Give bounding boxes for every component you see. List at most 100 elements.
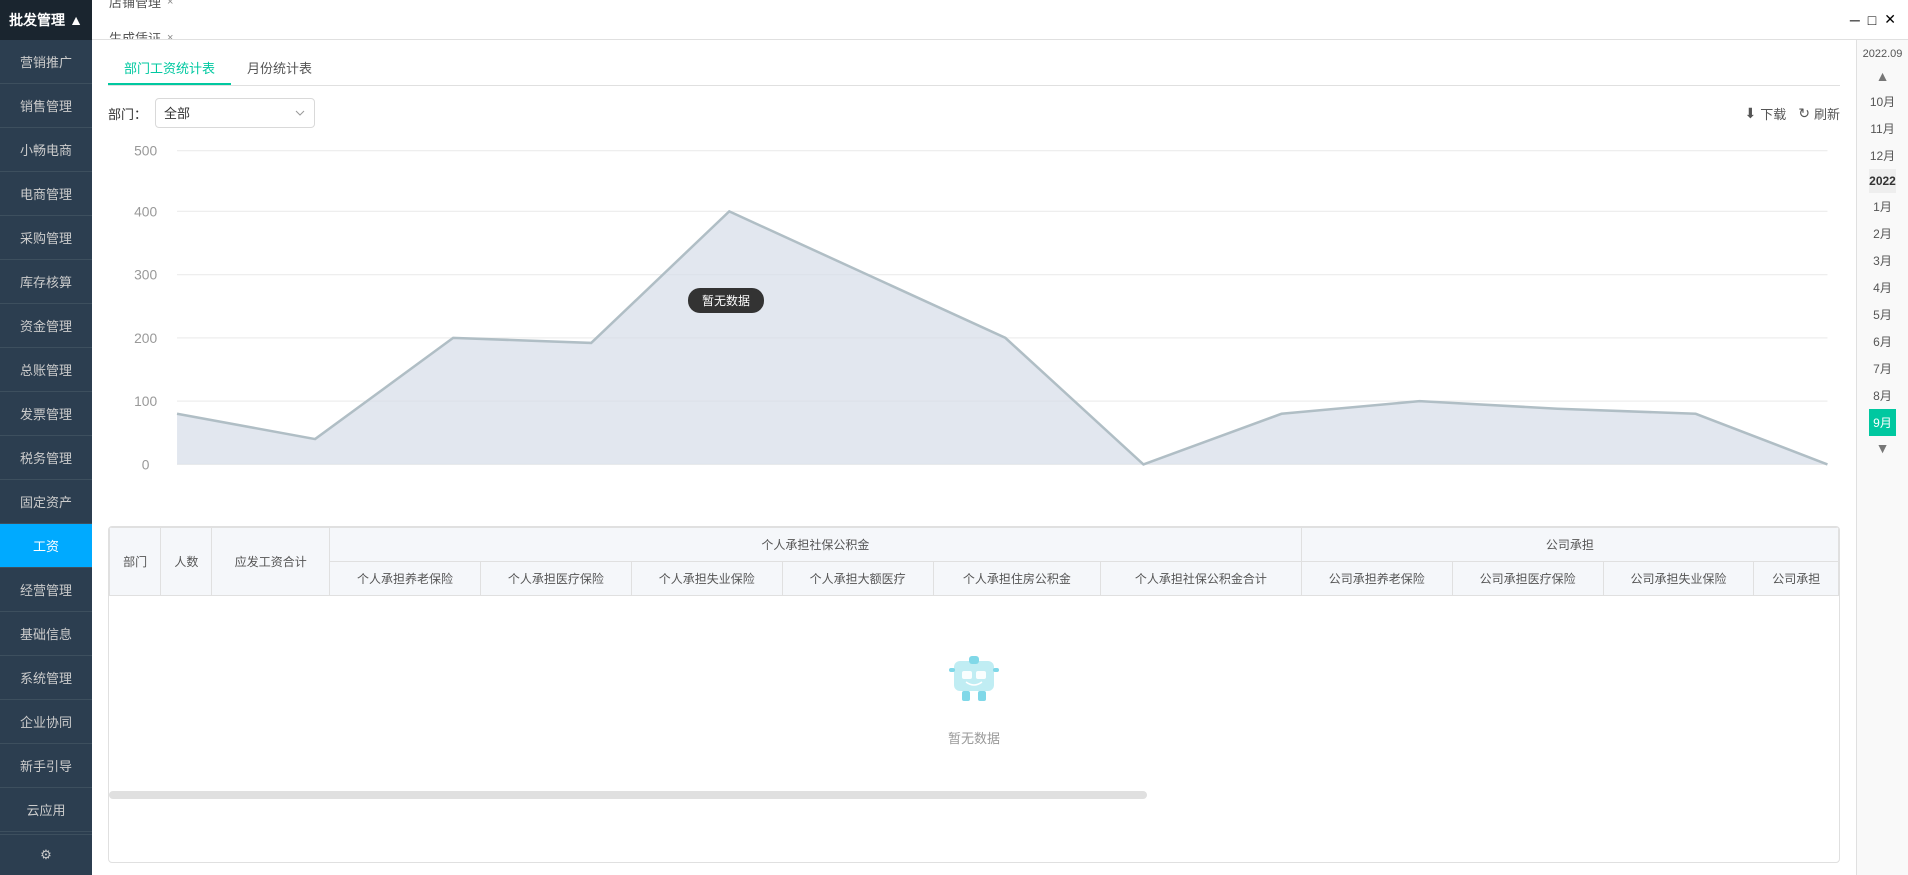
refresh-action[interactable]: ↻ 刷新 bbox=[1798, 104, 1840, 123]
empty-state: 暂无数据 bbox=[110, 596, 1839, 787]
col-personal-unemployment: 个人承担失业保险 bbox=[631, 561, 782, 595]
cal-10月[interactable]: 10月 bbox=[1869, 88, 1896, 115]
sidebar-item-basic[interactable]: 基础信息 bbox=[0, 612, 92, 656]
cal-months: 10月11月12月20221月2月3月4月5月6月7月8月9月 bbox=[1869, 88, 1896, 436]
col-personal-major-medical: 个人承担大额医疗 bbox=[782, 561, 933, 595]
table-header-row1: 部门 人数 应发工资合计 个人承担社保公积金 公司承担 bbox=[110, 527, 1839, 561]
content-area: 部门工资统计表月份统计表 部门： 全部 ⬇ 下载 bbox=[92, 40, 1908, 875]
svg-text:200: 200 bbox=[134, 330, 157, 346]
main-area: 首页门店商品目录×销货单×店铺管理×生成凭证×应收应付调整单×工资表×工资统计报… bbox=[92, 0, 1908, 875]
cal-1月[interactable]: 1月 bbox=[1869, 193, 1896, 220]
col-company-pension: 公司承担养老保险 bbox=[1301, 561, 1452, 595]
sidebar-header[interactable]: 批发管理 ▲ bbox=[0, 0, 92, 40]
settings-icon: ⚙ bbox=[40, 847, 52, 862]
cal-6月[interactable]: 6月 bbox=[1869, 328, 1896, 355]
cal-7月[interactable]: 7月 bbox=[1869, 355, 1896, 382]
sidebar-item-sales[interactable]: 销售管理 bbox=[0, 84, 92, 128]
tab-items: 首页门店商品目录×销货单×店铺管理×生成凭证×应收应付调整单×工资表×工资统计报… bbox=[96, 0, 225, 40]
tabbar-close: ─ □ ✕ bbox=[1850, 11, 1904, 28]
refresh-label: 刷新 bbox=[1814, 104, 1840, 123]
cal-8月[interactable]: 8月 bbox=[1869, 382, 1896, 409]
cal-2022[interactable]: 2022 bbox=[1869, 169, 1896, 193]
sidebar: 批发管理 ▲ 营销推广销售管理小畅电商电商管理采购管理库存核算资金管理总账管理发… bbox=[0, 0, 92, 875]
sub-tab-dept-stats[interactable]: 部门工资统计表 bbox=[108, 52, 231, 85]
toolbar: 部门： 全部 ⬇ 下载 ↻ 刷新 bbox=[108, 98, 1840, 128]
cal-year-header[interactable]: 2022.09 bbox=[1857, 44, 1908, 64]
download-label: 下载 bbox=[1760, 104, 1786, 123]
col-dept: 部门 bbox=[110, 527, 161, 595]
sub-tab-month-stats[interactable]: 月份统计表 bbox=[231, 52, 328, 85]
refresh-icon: ↻ bbox=[1798, 105, 1810, 122]
col-company-insurance: 公司承担 bbox=[1301, 527, 1838, 561]
svg-text:300: 300 bbox=[134, 267, 157, 283]
col-personal-housing: 个人承担住房公积金 bbox=[933, 561, 1100, 595]
sidebar-item-invoice[interactable]: 发票管理 bbox=[0, 392, 92, 436]
empty-row: 暂无数据 bbox=[110, 595, 1839, 787]
window-restore-icon[interactable]: □ bbox=[1868, 12, 1876, 28]
col-company-medical: 公司承担医疗保险 bbox=[1452, 561, 1603, 595]
sidebar-item-inventory[interactable]: 库存核算 bbox=[0, 260, 92, 304]
sidebar-title: 批发管理 bbox=[9, 10, 65, 30]
tab-label-store-manage: 店铺管理 bbox=[109, 0, 161, 11]
sidebar-item-tax[interactable]: 税务管理 bbox=[0, 436, 92, 480]
empty-illustration bbox=[934, 636, 1014, 716]
col-personal-medical: 个人承担医疗保险 bbox=[480, 561, 631, 595]
sidebar-item-ledger[interactable]: 总账管理 bbox=[0, 348, 92, 392]
sidebar-item-cloud[interactable]: 云应用 bbox=[0, 788, 92, 832]
download-action[interactable]: ⬇ 下载 bbox=[1745, 104, 1787, 123]
cal-9月[interactable]: 9月 bbox=[1869, 409, 1896, 436]
toolbar-left: 部门： 全部 bbox=[108, 98, 315, 128]
stats-table: 部门 人数 应发工资合计 个人承担社保公积金 公司承担 个人承担养老保险 个人承… bbox=[109, 527, 1839, 787]
toolbar-right: ⬇ 下载 ↻ 刷新 bbox=[1745, 104, 1841, 123]
col-headcount: 人数 bbox=[161, 527, 212, 595]
col-company-other: 公司承担 bbox=[1754, 561, 1839, 595]
col-total-salary: 应发工资合计 bbox=[212, 527, 330, 595]
table-scrollbar[interactable] bbox=[109, 791, 1147, 799]
empty-text: 暂无数据 bbox=[948, 728, 1000, 747]
sidebar-item-system[interactable]: 系统管理 bbox=[0, 656, 92, 700]
sidebar-arrow-icon: ▲ bbox=[69, 12, 83, 28]
window-minimize-icon[interactable]: ─ bbox=[1850, 12, 1860, 28]
sidebar-item-operations[interactable]: 经营管理 bbox=[0, 568, 92, 612]
tab-store-manage[interactable]: 店铺管理 × bbox=[96, 0, 225, 20]
col-personal-insurance: 个人承担社保公积金 bbox=[330, 527, 1302, 561]
cal-4月[interactable]: 4月 bbox=[1869, 274, 1896, 301]
tab-close-vouchers[interactable]: × bbox=[167, 32, 173, 41]
tab-close-store-manage[interactable]: × bbox=[167, 0, 173, 8]
right-calendar-sidebar: 2022.09 ▲ 10月11月12月20221月2月3月4月5月6月7月8月9… bbox=[1856, 40, 1908, 875]
cal-12月[interactable]: 12月 bbox=[1869, 142, 1896, 169]
tab-vouchers[interactable]: 生成凭证× bbox=[96, 20, 225, 41]
cal-nav-up[interactable]: ▲ bbox=[1857, 64, 1908, 88]
sidebar-item-assets[interactable]: 固定资产 bbox=[0, 480, 92, 524]
dept-label: 部门： bbox=[108, 104, 147, 123]
sidebar-item-marketing[interactable]: 营销推广 bbox=[0, 40, 92, 84]
page-panel: 部门工资统计表月份统计表 部门： 全部 ⬇ 下载 bbox=[92, 40, 1856, 875]
table-header-row2: 个人承担养老保险 个人承担医疗保险 个人承担失业保险 个人承担大额医疗 个人承担… bbox=[110, 561, 1839, 595]
sidebar-item-guide[interactable]: 新手引导 bbox=[0, 744, 92, 788]
col-personal-total: 个人承担社保公积金合计 bbox=[1101, 561, 1302, 595]
col-personal-pension: 个人承担养老保险 bbox=[330, 561, 481, 595]
sub-tabs: 部门工资统计表月份统计表 bbox=[108, 52, 1840, 86]
window-close-icon[interactable]: ✕ bbox=[1884, 11, 1896, 28]
sidebar-item-ecommerce-small[interactable]: 小畅电商 bbox=[0, 128, 92, 172]
sidebar-item-finance[interactable]: 资金管理 bbox=[0, 304, 92, 348]
col-company-unemployment: 公司承担失业保险 bbox=[1603, 561, 1754, 595]
dept-select[interactable]: 全部 bbox=[155, 98, 315, 128]
cal-2月[interactable]: 2月 bbox=[1869, 220, 1896, 247]
cal-11月[interactable]: 11月 bbox=[1869, 115, 1896, 142]
svg-text:400: 400 bbox=[134, 203, 157, 219]
sidebar-items: 营销推广销售管理小畅电商电商管理采购管理库存核算资金管理总账管理发票管理税务管理… bbox=[0, 40, 92, 832]
sidebar-item-purchase[interactable]: 采购管理 bbox=[0, 216, 92, 260]
svg-text:0: 0 bbox=[142, 456, 150, 472]
sidebar-settings[interactable]: ⚙ bbox=[0, 834, 92, 875]
svg-text:100: 100 bbox=[134, 393, 157, 409]
chart-area: 500 400 300 200 100 0 bbox=[108, 138, 1840, 518]
sidebar-item-ecommerce[interactable]: 电商管理 bbox=[0, 172, 92, 216]
svg-text:500: 500 bbox=[134, 143, 157, 159]
cal-nav-down[interactable]: ▼ bbox=[1857, 436, 1908, 460]
table-container[interactable]: 部门 人数 应发工资合计 个人承担社保公积金 公司承担 个人承担养老保险 个人承… bbox=[108, 526, 1840, 863]
sidebar-item-salary[interactable]: 工资 bbox=[0, 524, 92, 568]
cal-3月[interactable]: 3月 bbox=[1869, 247, 1896, 274]
sidebar-item-enterprise[interactable]: 企业协同 bbox=[0, 700, 92, 744]
cal-5月[interactable]: 5月 bbox=[1869, 301, 1896, 328]
